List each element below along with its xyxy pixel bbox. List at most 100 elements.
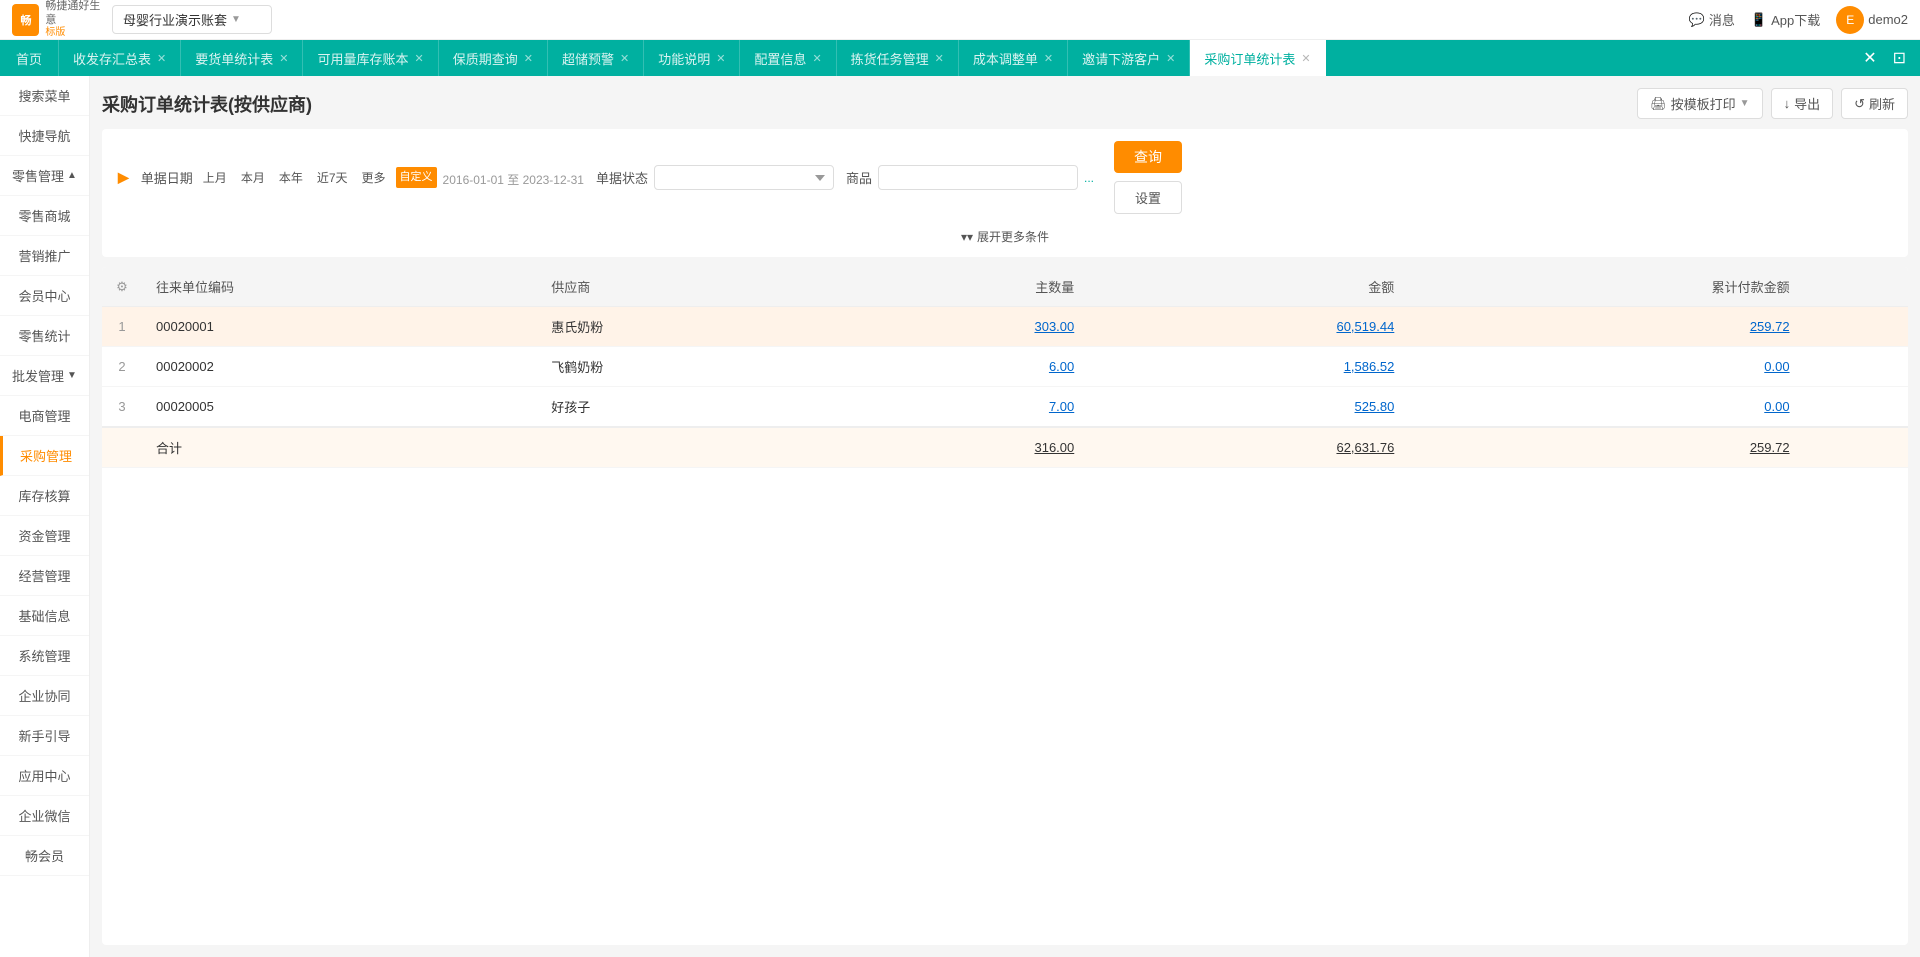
close-icon[interactable]: ✕: [279, 52, 288, 65]
refresh-button[interactable]: ↺ 刷新: [1841, 88, 1908, 119]
shortcut-lastmonth[interactable]: 上月: [199, 167, 231, 188]
close-icon[interactable]: ✕: [812, 52, 821, 65]
sidebar-item-basic[interactable]: 基础信息: [0, 596, 89, 636]
tab-gongneng[interactable]: 功能说明 ✕: [644, 40, 740, 76]
col-amount: 金额: [1088, 267, 1408, 307]
close-icon[interactable]: ✕: [157, 52, 166, 65]
data-table: ⚙ 往来单位编码 供应商 主数量 金额 累计付款金额 1 00020001: [102, 267, 1908, 468]
goods-input[interactable]: [878, 165, 1078, 190]
maximize-icon[interactable]: ⊡: [1887, 46, 1912, 70]
sidebar: 搜索菜单 快捷导航 零售管理 ▲ 零售商城 营销推广 会员中心 零售统计 批发管…: [0, 76, 90, 957]
page-header: 采购订单统计表(按供应商) 🖨 按模板打印 ▼ ↓ 导出 ↺ 刷新: [102, 88, 1908, 119]
shortcut-thisyear[interactable]: 本年: [275, 167, 307, 188]
row-mainQty[interactable]: 6.00: [836, 347, 1089, 387]
row-paidAmount[interactable]: 0.00: [1408, 347, 1803, 387]
settings-button[interactable]: 设置: [1114, 181, 1182, 214]
close-icon[interactable]: ✕: [1301, 52, 1310, 65]
table-row: 3 00020005 好孩子 7.00 525.80 0.00: [102, 387, 1908, 428]
tab-chengben[interactable]: 成本调整单 ✕: [959, 40, 1068, 76]
shortcut-7days[interactable]: 近7天: [313, 167, 352, 188]
row-supplier: 好孩子: [537, 387, 835, 428]
custom-tag: 自定义: [396, 167, 437, 188]
footer-label: 合计: [142, 427, 537, 468]
tab-yaohuoDan[interactable]: 要货单统计表 ✕: [181, 40, 303, 76]
sidebar-item-shortcut[interactable]: 快捷导航: [0, 116, 89, 156]
sidebar-item-newbie[interactable]: 新手引导: [0, 716, 89, 756]
export-icon: ↓: [1784, 96, 1791, 111]
message-btn[interactable]: 💬 消息: [1689, 10, 1735, 29]
tab-home[interactable]: 首页: [0, 40, 59, 76]
page-actions: 🖨 按模板打印 ▼ ↓ 导出 ↺ 刷新: [1637, 88, 1908, 119]
sidebar-item-search[interactable]: 搜索菜单: [0, 76, 89, 116]
close-icon[interactable]: ✕: [1044, 52, 1053, 65]
close-icon[interactable]: ✕: [620, 52, 629, 65]
row-mainQty[interactable]: 7.00: [836, 387, 1089, 428]
sidebar-item-retail[interactable]: 零售管理 ▲: [0, 156, 89, 196]
print-button[interactable]: 🖨 按模板打印 ▼: [1637, 88, 1762, 119]
sidebar-item-batch[interactable]: 批发管理 ▼: [0, 356, 89, 396]
settings-icon[interactable]: ⚙: [116, 279, 128, 294]
tab-shoufaHuizong[interactable]: 收发存汇总表 ✕: [59, 40, 181, 76]
row-paidAmount[interactable]: 259.72: [1408, 307, 1803, 347]
nav-tabs: 首页 收发存汇总表 ✕ 要货单统计表 ✕ 可用量库存账本 ✕ 保质期查询 ✕ 超…: [0, 40, 1920, 76]
message-icon: 💬: [1689, 12, 1705, 28]
sidebar-item-retailShop[interactable]: 零售商城: [0, 196, 89, 236]
close-icon[interactable]: ✕: [1166, 52, 1175, 65]
close-icon[interactable]: ✕: [524, 52, 533, 65]
export-button[interactable]: ↓ 导出: [1771, 88, 1834, 119]
shortcut-more[interactable]: 更多: [358, 167, 390, 188]
status-filter: 单据状态: [596, 165, 834, 190]
shortcut-thismonth[interactable]: 本月: [237, 167, 269, 188]
row-amount[interactable]: 1,586.52: [1088, 347, 1408, 387]
row-paidAmount[interactable]: 0.00: [1408, 387, 1803, 428]
footer-extra: [1804, 427, 1908, 468]
tab-peizhi[interactable]: 配置信息 ✕: [740, 40, 836, 76]
tab-baozhi[interactable]: 保质期查询 ✕: [439, 40, 548, 76]
print-icon: 🖨: [1650, 96, 1667, 112]
sidebar-item-system[interactable]: 系统管理: [0, 636, 89, 676]
tab-caigouTongji[interactable]: 采购订单统计表 ✕: [1190, 40, 1325, 76]
sidebar-item-finance[interactable]: 资金管理: [0, 516, 89, 556]
close-icon[interactable]: ✕: [415, 52, 424, 65]
sidebar-item-marketing[interactable]: 营销推广: [0, 236, 89, 276]
sidebar-item-inventory[interactable]: 库存核算: [0, 476, 89, 516]
status-select[interactable]: [654, 165, 834, 190]
row-supplier: 惠氏奶粉: [537, 307, 835, 347]
sidebar-item-entWechat[interactable]: 企业微信: [0, 796, 89, 836]
col-settings[interactable]: ⚙: [102, 267, 142, 307]
row-no: 2: [102, 347, 142, 387]
expand-more-btn[interactable]: ▾▾ 展开更多条件: [961, 228, 1049, 245]
more-btn[interactable]: ...: [1084, 171, 1094, 185]
workspace-label: 母婴行业演示账套: [123, 10, 227, 29]
logo-icon: 畅: [12, 4, 39, 36]
row-extra: [1804, 347, 1908, 387]
sidebar-item-retailStats[interactable]: 零售统计: [0, 316, 89, 356]
row-mainQty[interactable]: 303.00: [836, 307, 1089, 347]
download-btn[interactable]: 📱 App下载: [1751, 10, 1820, 29]
close-all-icon[interactable]: ✕: [1857, 46, 1882, 70]
row-code: 00020001: [142, 307, 537, 347]
tab-chaoChu[interactable]: 超储预警 ✕: [548, 40, 644, 76]
tab-keyongLiangKuCun[interactable]: 可用量库存账本 ✕: [303, 40, 438, 76]
sidebar-item-enterprise[interactable]: 企业协同: [0, 676, 89, 716]
user-area[interactable]: E demo2: [1836, 6, 1908, 34]
sidebar-item-ecommerce[interactable]: 电商管理: [0, 396, 89, 436]
tab-zhuohuoRenwu[interactable]: 拣货任务管理 ✕: [837, 40, 959, 76]
sidebar-item-vipMember[interactable]: 畅会员: [0, 836, 89, 876]
close-icon[interactable]: ✕: [716, 52, 725, 65]
footer-empty: [102, 427, 142, 468]
sidebar-item-member[interactable]: 会员中心: [0, 276, 89, 316]
tab-yaoqing[interactable]: 邀请下游客户 ✕: [1068, 40, 1190, 76]
sidebar-item-purchase[interactable]: 采购管理: [0, 436, 89, 476]
row-no: 3: [102, 387, 142, 428]
row-amount[interactable]: 525.80: [1088, 387, 1408, 428]
sidebar-item-appCenter[interactable]: 应用中心: [0, 756, 89, 796]
query-button[interactable]: 查询: [1114, 141, 1182, 173]
sidebar-item-business[interactable]: 经营管理: [0, 556, 89, 596]
chevron-down-icon: ▼: [231, 14, 241, 25]
close-icon[interactable]: ✕: [935, 52, 944, 65]
row-code: 00020002: [142, 347, 537, 387]
row-amount[interactable]: 60,519.44: [1088, 307, 1408, 347]
workspace-selector[interactable]: 母婴行业演示账套 ▼: [112, 5, 272, 34]
toggle-arrow[interactable]: ▶: [118, 169, 129, 186]
